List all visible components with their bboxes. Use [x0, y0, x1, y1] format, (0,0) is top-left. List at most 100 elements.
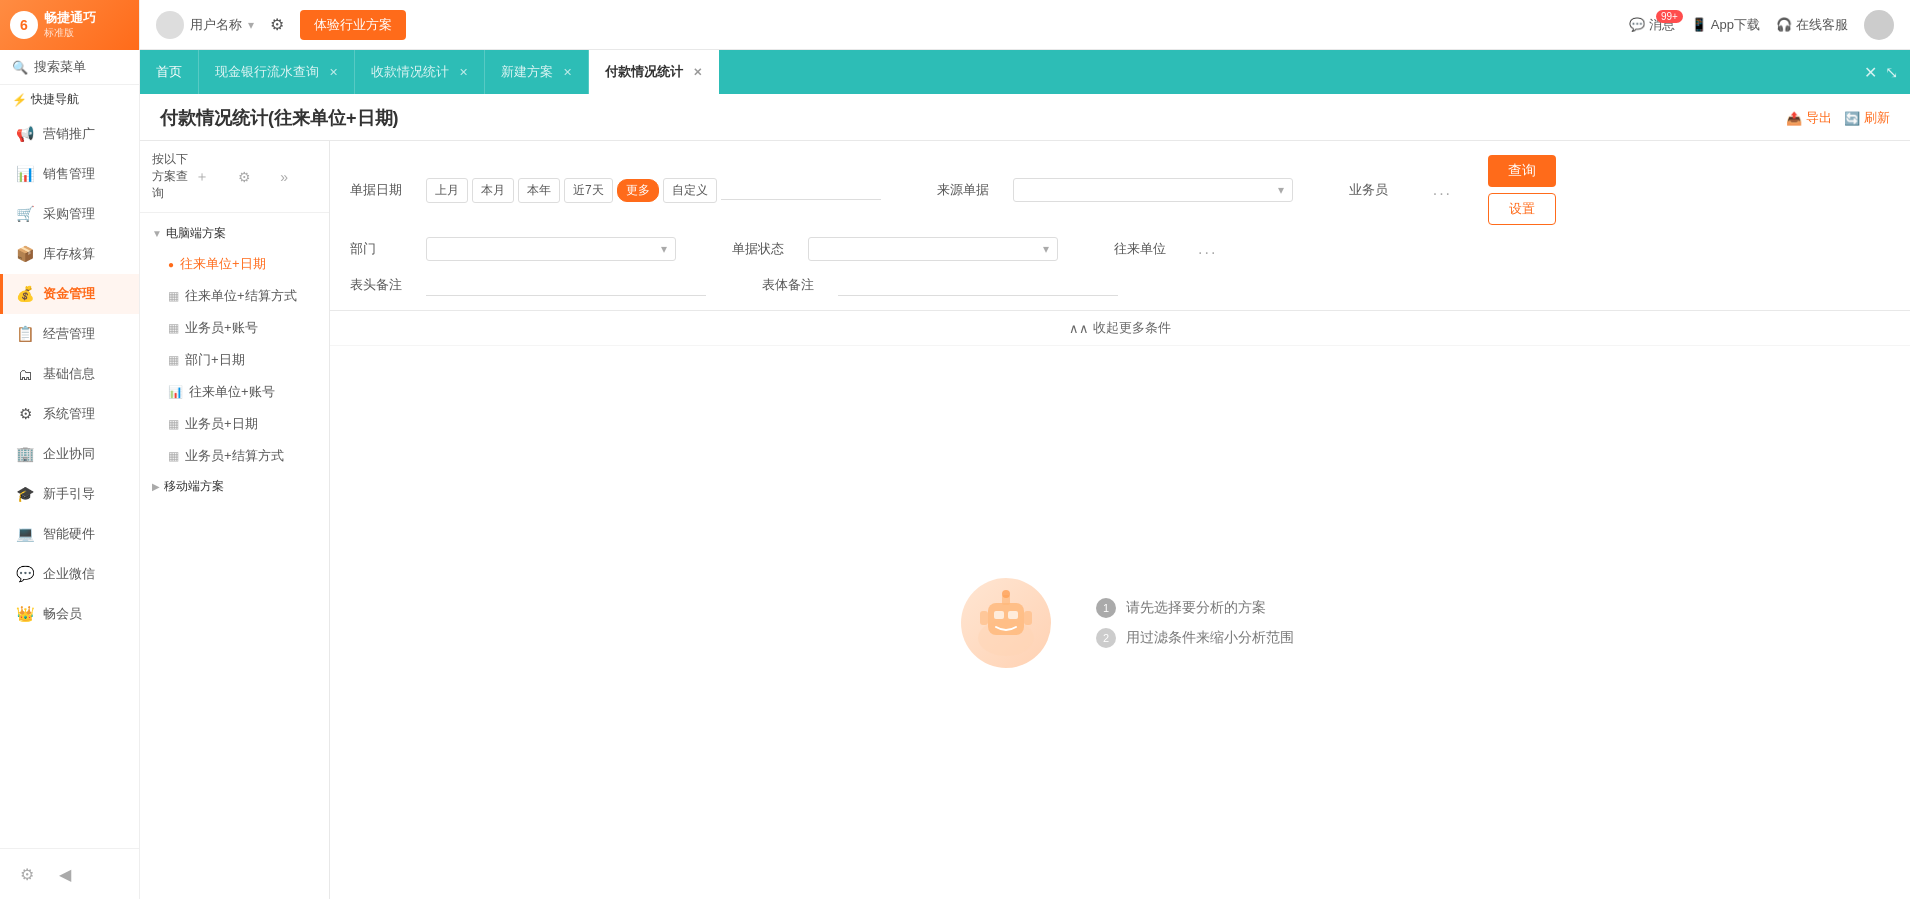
dept-select[interactable]: ▾	[426, 237, 676, 261]
online-service-btn[interactable]: 🎧 在线客服	[1776, 16, 1848, 34]
sidebar-item-capital[interactable]: 💰 资金管理	[0, 274, 139, 314]
header-note-input[interactable]	[426, 273, 706, 296]
source-select[interactable]: ▾	[1013, 178, 1293, 202]
scheme-item-unit-date[interactable]: ● 往来单位+日期	[140, 248, 329, 280]
purchase-icon: 🛒	[15, 204, 35, 224]
user-name: 用户名称	[190, 16, 242, 34]
sidebar-item-sales[interactable]: 📊 销售管理	[0, 154, 139, 194]
svg-rect-7	[1024, 611, 1032, 625]
filter-row-2: 部门 ▾ 单据状态 ▾ 往来单位 ...	[350, 237, 1890, 261]
body-note-input[interactable]	[838, 273, 1118, 296]
collapse-icon: ∧∧	[1069, 321, 1089, 336]
sidebar-item-basic[interactable]: 🗂 基础信息	[0, 354, 139, 394]
search-menu[interactable]: 🔍 搜索菜单	[0, 50, 139, 85]
tab-home[interactable]: 首页	[140, 50, 199, 94]
sidebar-item-quick-nav[interactable]: ⚡ 快捷导航	[0, 85, 139, 114]
refresh-button[interactable]: 🔄 刷新	[1844, 109, 1890, 127]
user-avatar	[156, 11, 184, 39]
message-btn[interactable]: 💬 消息 99+	[1629, 16, 1675, 34]
empty-tip-1: 1 请先选择要分析的方案	[1096, 598, 1294, 618]
date-btn-more[interactable]: 更多	[617, 179, 659, 202]
scheme-item-label: 业务员+结算方式	[185, 447, 284, 465]
sidebar: 6 畅捷通巧 标准版 🔍 搜索菜单 ⚡ 快捷导航 📢 营销推广 📊 销售管理 🛒…	[0, 0, 140, 899]
filter-panel: 单据日期 上月 本月 本年 近7天 更多 自定义 2022-01-01 至 20…	[330, 141, 1910, 899]
tabs-close-all-btn[interactable]: ✕	[1864, 63, 1877, 82]
tabs-expand-btn[interactable]: ⤡	[1885, 63, 1898, 82]
doc-status-select[interactable]: ▾	[808, 237, 1058, 261]
sidebar-item-marketing[interactable]: 📢 营销推广	[0, 114, 139, 154]
collapse-label: 收起更多条件	[1093, 319, 1171, 337]
service-label: 在线客服	[1796, 16, 1848, 34]
scheme-collapse-icon[interactable]: »	[280, 169, 317, 185]
sidebar-item-inventory[interactable]: 📦 库存核算	[0, 234, 139, 274]
date-range-input[interactable]: 2022-01-01 至 2022-12-31	[721, 181, 881, 200]
date-btn-last-month[interactable]: 上月	[426, 178, 468, 203]
unit-dots[interactable]: ...	[1198, 240, 1217, 258]
tab-new-scheme[interactable]: 新建方案 ✕	[485, 50, 589, 94]
refresh-label: 刷新	[1864, 109, 1890, 127]
app-download-btn[interactable]: 📱 App下载	[1691, 16, 1760, 34]
desktop-group[interactable]: ▼ 电脑端方案	[140, 219, 329, 248]
tab-receipt-close[interactable]: ✕	[459, 66, 468, 79]
date-btn-7days[interactable]: 近7天	[564, 178, 613, 203]
user-dropdown-icon[interactable]: ▾	[248, 18, 254, 32]
sidebar-item-label: 销售管理	[43, 165, 95, 183]
filter-row-1: 单据日期 上月 本月 本年 近7天 更多 自定义 2022-01-01 至 20…	[350, 155, 1890, 225]
member-icon: 👑	[15, 604, 35, 624]
date-buttons: 上月 本月 本年 近7天 更多 自定义 2022-01-01 至 2022-12…	[426, 178, 881, 203]
tab-bank[interactable]: 现金银行流水查询 ✕	[199, 50, 355, 94]
sidebar-item-member[interactable]: 👑 畅会员	[0, 594, 139, 634]
scheme-add-icon[interactable]: ＋	[195, 168, 232, 186]
sidebar-item-label: 基础信息	[43, 365, 95, 383]
inventory-icon: 📦	[15, 244, 35, 264]
date-btn-custom[interactable]: 自定义	[663, 178, 717, 203]
tab-payment-close[interactable]: ✕	[693, 66, 702, 79]
scheme-item-dept-date[interactable]: ▦ 部门+日期	[140, 344, 329, 376]
topbar-right: 💬 消息 99+ 📱 App下载 🎧 在线客服	[1629, 10, 1894, 40]
app-title-wrap: 畅捷通巧 标准版	[44, 10, 96, 40]
message-badge: 99+	[1656, 10, 1683, 23]
dept-label: 部门	[350, 240, 410, 258]
date-btn-this-year[interactable]: 本年	[518, 178, 560, 203]
sidebar-item-hardware[interactable]: 💻 智能硬件	[0, 514, 139, 554]
svg-rect-6	[980, 611, 988, 625]
sidebar-item-business[interactable]: 📋 经营管理	[0, 314, 139, 354]
scheme-item-unit-account[interactable]: 📊 往来单位+账号	[140, 376, 329, 408]
app-logo: 6	[10, 11, 38, 39]
topbar-settings-icon[interactable]: ⚙	[270, 15, 284, 34]
set-button[interactable]: 设置	[1488, 193, 1556, 225]
tab-payment[interactable]: 付款情况统计 ✕	[589, 50, 719, 94]
tab-receipt[interactable]: 收款情况统计 ✕	[355, 50, 485, 94]
topbar-avatar[interactable]	[1864, 10, 1894, 40]
sidebar-item-guide[interactable]: 🎓 新手引导	[0, 474, 139, 514]
staff-dots[interactable]: ...	[1433, 181, 1452, 199]
tabs-right-actions: ✕ ⤡	[1852, 50, 1910, 94]
sidebar-collapse-btn[interactable]: ◀	[50, 859, 80, 889]
tab-home-label: 首页	[156, 63, 182, 81]
trial-button[interactable]: 体验行业方案	[300, 10, 406, 40]
query-button[interactable]: 查询	[1488, 155, 1556, 187]
collapse-conditions-btn[interactable]: ∧∧ 收起更多条件	[330, 311, 1910, 345]
empty-tip-2: 2 用过滤条件来缩小分析范围	[1096, 628, 1294, 648]
scheme-item-unit-settle[interactable]: ▦ 往来单位+结算方式	[140, 280, 329, 312]
tab-bank-close[interactable]: ✕	[329, 66, 338, 79]
scheme-item-staff-settle[interactable]: ▦ 业务员+结算方式	[140, 440, 329, 472]
sidebar-item-system[interactable]: ⚙ 系统管理	[0, 394, 139, 434]
scheme-item-staff-date[interactable]: ▦ 业务员+日期	[140, 408, 329, 440]
mobile-group[interactable]: ▶ 移动端方案	[140, 472, 329, 501]
page-title: 付款情况统计(往来单位+日期)	[160, 106, 1786, 130]
export-button[interactable]: 📤 导出	[1786, 109, 1832, 127]
scheme-settings-icon[interactable]: ⚙	[238, 169, 275, 185]
scheme-item-staff-account[interactable]: ▦ 业务员+账号	[140, 312, 329, 344]
sidebar-item-purchase[interactable]: 🛒 采购管理	[0, 194, 139, 234]
sidebar-settings-btn[interactable]: ⚙	[12, 859, 42, 889]
sidebar-item-enterprise[interactable]: 🏢 企业协同	[0, 434, 139, 474]
tab-new-scheme-close[interactable]: ✕	[563, 66, 572, 79]
date-btn-this-month[interactable]: 本月	[472, 178, 514, 203]
sidebar-item-label: 经营管理	[43, 325, 95, 343]
content-area: 按以下方案查询 ＋ ⚙ » ▼ 电脑端方案 ● 往来单位+日期 ▦ 往来单位+结…	[140, 141, 1910, 899]
marketing-icon: 📢	[15, 124, 35, 144]
scheme-item-icon-unit-date: ●	[168, 259, 174, 270]
svg-rect-3	[1008, 611, 1018, 619]
sidebar-item-wechat[interactable]: 💬 企业微信	[0, 554, 139, 594]
